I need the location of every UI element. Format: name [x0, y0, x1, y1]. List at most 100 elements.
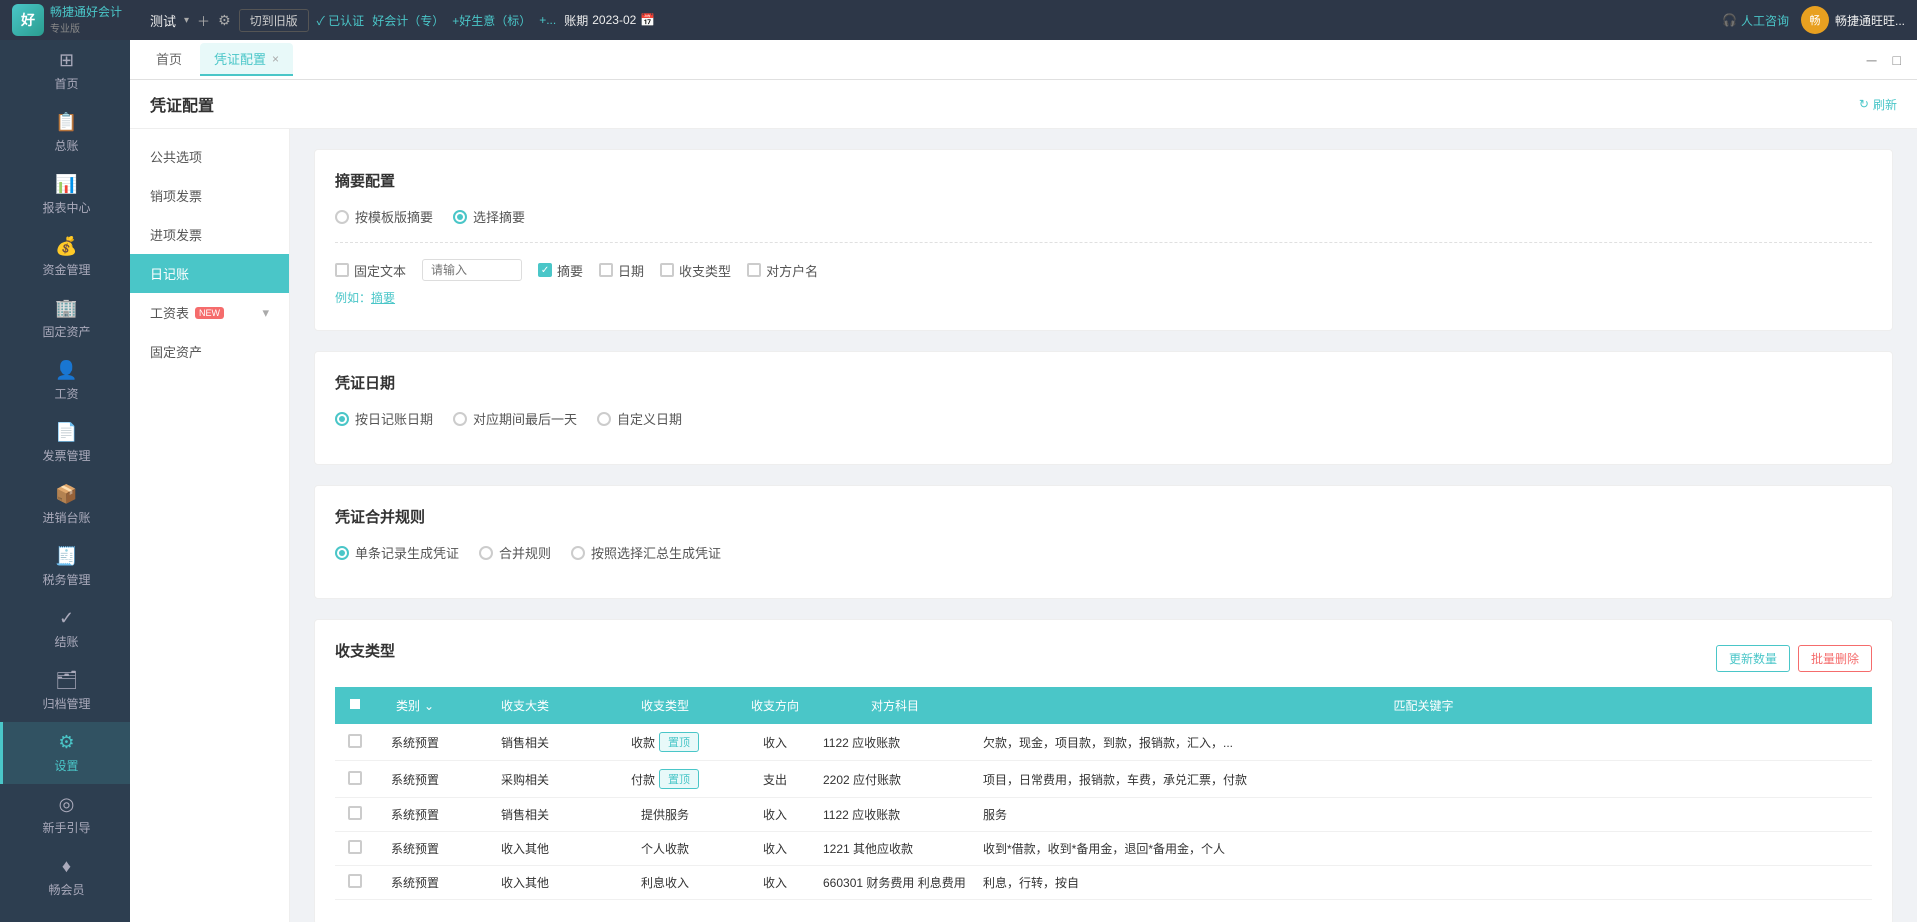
summary-title: 摘要配置	[335, 170, 1872, 191]
row-check-3[interactable]	[335, 832, 375, 866]
row-check-2[interactable]	[335, 798, 375, 832]
sidebar-item-home[interactable]: ⊞ 首页	[0, 40, 130, 102]
row-direction-0: 收入	[735, 724, 815, 761]
row-checkbox-1[interactable]	[348, 771, 362, 785]
company-dropdown-icon[interactable]: ▾	[184, 15, 189, 26]
radio-summary-gen[interactable]: 按照选择汇总生成凭证	[571, 543, 721, 562]
row-checkbox-0[interactable]	[348, 734, 362, 748]
tab-home-label: 首页	[156, 49, 182, 68]
left-menu-payroll[interactable]: 工资表 NEW ▾	[130, 293, 289, 332]
radio-journal-date[interactable]: 按日记账日期	[335, 409, 433, 428]
select-all-checkbox[interactable]	[348, 697, 362, 711]
category-sort[interactable]: 类别 ⌄	[383, 697, 447, 714]
row-account-3: 1221 其他应收款	[815, 832, 975, 866]
radio-journal-date-circle	[335, 412, 349, 426]
row-check-0[interactable]	[335, 724, 375, 761]
left-menu-public[interactable]: 公共选项	[130, 137, 289, 176]
good-acc-tag: 好会计（专）	[372, 12, 444, 29]
sidebar-item-ledger[interactable]: 📋 总账	[0, 102, 130, 164]
payroll-arrow-icon: ▾	[262, 305, 269, 321]
sidebar-item-archive[interactable]: 🗂 归档管理	[0, 660, 130, 722]
row-direction-2: 收入	[735, 798, 815, 832]
batch-delete-btn[interactable]: 批量删除	[1798, 645, 1872, 672]
th-direction: 收支方向	[735, 687, 815, 724]
topbar-right: 🎧 人工咨询 畅 畅捷通旺旺...	[1722, 6, 1905, 34]
row-type-4: 利息收入	[595, 866, 735, 900]
tab-close-icon[interactable]: ×	[272, 52, 279, 66]
checkbox-type[interactable]: 收支类型	[660, 261, 731, 280]
radio-custom-date[interactable]: 自定义日期	[597, 409, 682, 428]
checkbox-summary[interactable]: ✓ 摘要	[538, 261, 583, 280]
example-text: 例如：摘要	[335, 289, 1872, 306]
refresh-icon: ↻	[1859, 97, 1869, 111]
left-menu-fixed-assets-label: 固定资产	[150, 342, 202, 361]
row-main-type-1: 采购相关	[455, 761, 595, 798]
row-checkbox-2[interactable]	[348, 806, 362, 820]
radio-period-last[interactable]: 对应期间最后一天	[453, 409, 577, 428]
headset-icon: 🎧	[1722, 13, 1737, 27]
row-type-1: 付款置顶	[595, 761, 735, 798]
tag-reset-0[interactable]: 置顶	[659, 732, 699, 752]
sidebar-item-close[interactable]: ✓ 结账	[0, 598, 130, 660]
service-btn[interactable]: 🎧 人工咨询	[1722, 12, 1789, 29]
funds-icon: 💰	[55, 236, 77, 257]
row-checkbox-3[interactable]	[348, 840, 362, 854]
checkbox-date[interactable]: 日期	[599, 261, 644, 280]
user-area[interactable]: 畅 畅捷通旺旺...	[1801, 6, 1905, 34]
sidebar-item-assets[interactable]: 🏢 固定资产	[0, 288, 130, 350]
row-check-1[interactable]	[335, 761, 375, 798]
company-name: 测试	[150, 11, 176, 30]
sidebar-label-sales: 进销台账	[42, 509, 90, 526]
sidebar-item-settings[interactable]: ⚙ 设置	[0, 722, 130, 784]
minimize-btn[interactable]: ─	[1863, 50, 1881, 70]
sidebar-item-guide[interactable]: ◎ 新手引导	[0, 784, 130, 846]
checkbox-fixed-text[interactable]: 固定文本	[335, 261, 406, 280]
row-category-1: 系统预置	[375, 761, 455, 798]
sidebar-item-reports[interactable]: 📊 报表中心	[0, 164, 130, 226]
table-actions: 更新数量 批量删除	[1716, 645, 1872, 672]
row-check-4[interactable]	[335, 866, 375, 900]
checkbox-summary-label: 摘要	[557, 261, 583, 280]
radio-single[interactable]: 单条记录生成凭证	[335, 543, 459, 562]
radio-custom-date-circle	[597, 412, 611, 426]
tab-home[interactable]: 首页	[142, 43, 196, 76]
sidebar-item-sales[interactable]: 📦 进销台账	[0, 474, 130, 536]
left-menu-fixed-assets[interactable]: 固定资产	[130, 332, 289, 371]
settings-gear-icon: ⚙	[58, 732, 74, 753]
sidebar-item-tax[interactable]: 🧾 税务管理	[0, 536, 130, 598]
checkbox-counterparty-label: 对方户名	[766, 261, 818, 280]
row-keyword-3: 收到*借款，收到*备用金，退回*备用金，个人	[975, 832, 1872, 866]
sidebar-item-salary[interactable]: 👤 工资	[0, 350, 130, 412]
row-checkbox-4[interactable]	[348, 874, 362, 888]
sidebar-item-member[interactable]: ♦ 畅会员	[0, 846, 130, 908]
fixed-text-input[interactable]	[422, 259, 522, 281]
sidebar-item-invoice[interactable]: 📄 发票管理	[0, 412, 130, 474]
radio-merge[interactable]: 合并规则	[479, 543, 551, 562]
row-type-0: 收款置顶	[595, 724, 735, 761]
row-keyword-0: 欠款，现金，项目款，到款，报销款，汇入，...	[975, 724, 1872, 761]
income-expense-header: 收支类型 更新数量 批量删除	[335, 640, 1872, 677]
refresh-btn[interactable]: ↻ 刷新	[1859, 96, 1897, 113]
th-type: 收支类型	[595, 687, 735, 724]
checkbox-counterparty[interactable]: 对方户名	[747, 261, 818, 280]
add-icon[interactable]: ＋	[197, 11, 210, 30]
settings-icon[interactable]: ⚙	[218, 12, 231, 29]
radio-select[interactable]: 选择摘要	[453, 207, 525, 226]
left-menu-purchase-invoice[interactable]: 进项发票	[130, 215, 289, 254]
maximize-btn[interactable]: □	[1889, 50, 1905, 70]
tag-reset-1[interactable]: 置顶	[659, 769, 699, 789]
update-btn[interactable]: 更新数量	[1716, 645, 1790, 672]
radio-select-circle	[453, 210, 467, 224]
left-menu-sales-invoice[interactable]: 销项发票	[130, 176, 289, 215]
calendar-icon[interactable]: 📅	[640, 13, 655, 27]
sidebar-item-funds[interactable]: 💰 资金管理	[0, 226, 130, 288]
summary-section: 摘要配置 按模板版摘要 选择摘要	[314, 149, 1893, 331]
tab-config[interactable]: 凭证配置 ×	[200, 43, 293, 76]
radio-merge-circle	[479, 546, 493, 560]
radio-template[interactable]: 按模板版摘要	[335, 207, 433, 226]
good-biz-tag: +好生意（标）	[452, 12, 531, 29]
radio-select-label: 选择摘要	[473, 207, 525, 226]
left-menu-journal[interactable]: 日记账	[130, 254, 289, 293]
switch-old-btn[interactable]: 切到旧版	[239, 9, 309, 32]
tab-bar-actions: ─ □	[1863, 50, 1905, 70]
